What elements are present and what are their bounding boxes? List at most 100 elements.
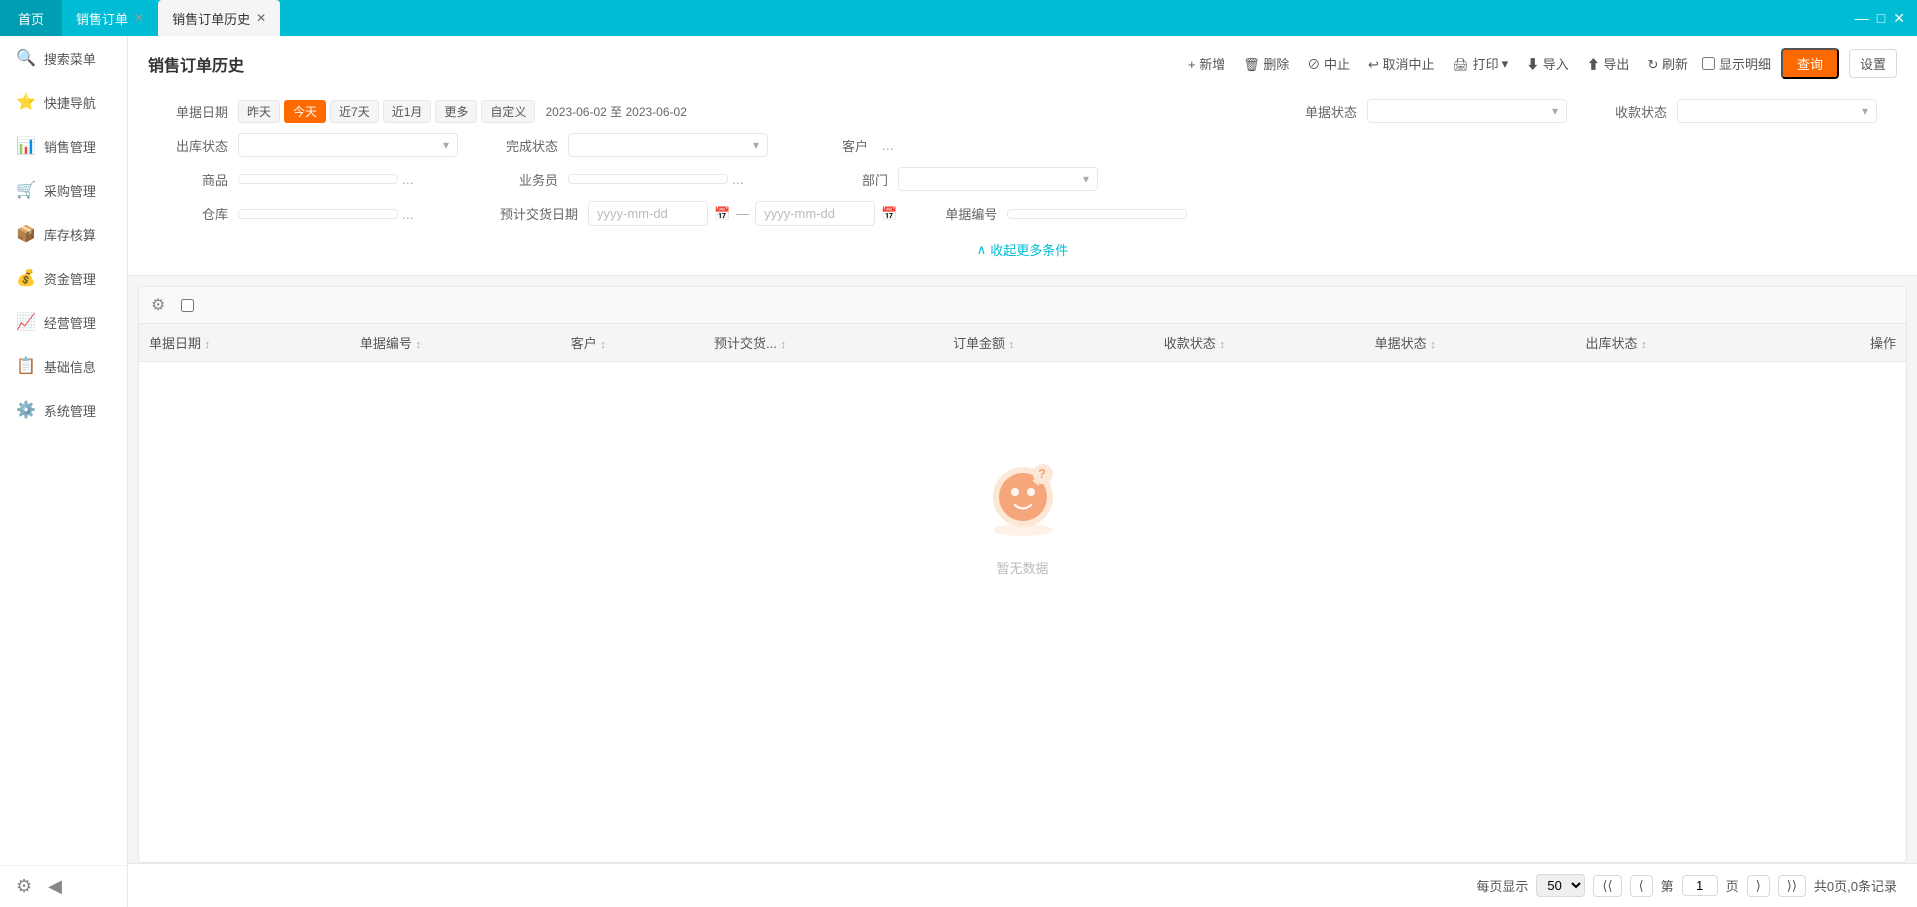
page-header: 销售订单历史 + 新增 🗑 删除 ⊘ 中止 ↩ 取消中止 🖨 打印 ▾ ⬇ 导入… <box>128 36 1917 276</box>
col-doc-status[interactable]: 单据状态 ↕ <box>1365 324 1576 362</box>
tab-sales-order-history[interactable]: 销售订单历史 ✕ <box>158 0 280 36</box>
col-delivery-date[interactable]: 预计交货... ↕ <box>704 324 943 362</box>
col-no[interactable]: 单据编号 ↕ <box>350 324 561 362</box>
table-settings-icon[interactable]: ⚙ <box>151 295 165 315</box>
finance-icon: 💰 <box>16 268 36 288</box>
sidebar-item-finance[interactable]: 💰 资金管理 <box>0 256 127 300</box>
sidebar-item-search-menu[interactable]: 🔍 搜索菜单 <box>0 36 127 80</box>
data-table: 单据日期 ↕ 单据编号 ↕ 客户 ↕ 预计交货... <box>139 324 1906 637</box>
product-dots[interactable]: ... <box>402 171 414 187</box>
per-page-select[interactable]: 50 <box>1536 874 1585 897</box>
settings-bottom-icon[interactable]: ⚙ <box>16 876 32 897</box>
complete-status-select[interactable]: ▾ <box>568 133 768 157</box>
col-delivery-status[interactable]: 出库状态 ↕ <box>1575 324 1786 362</box>
sort-receipt-icon: ↕ <box>1219 339 1225 351</box>
total-label: 共0页,0条记录 <box>1814 876 1897 895</box>
per-page-label: 每页显示 <box>1476 876 1528 895</box>
sidebar-bottom: ⚙ ◀ <box>0 865 127 907</box>
filter-area: 单据日期 昨天 今天 近7天 近1月 更多 自定义 2023-06-02 至 2… <box>148 89 1897 275</box>
settings-button[interactable]: 设置 <box>1849 49 1897 78</box>
date-btn-1month[interactable]: 近1月 <box>383 100 432 123</box>
basic-info-icon: 📋 <box>16 356 36 376</box>
receipt-status-label: 收款状态 <box>1607 102 1677 121</box>
select-all-checkbox[interactable] <box>181 299 194 312</box>
new-button[interactable]: + 新增 <box>1184 52 1229 75</box>
complete-chevron-icon: ▾ <box>753 138 759 152</box>
col-customer[interactable]: 客户 ↕ <box>561 324 704 362</box>
purchase-icon: 🛒 <box>16 180 36 200</box>
system-icon: ⚙️ <box>16 400 36 420</box>
status-select[interactable]: ▾ <box>1367 99 1567 123</box>
warehouse-dots[interactable]: ... <box>402 206 414 222</box>
stop-button[interactable]: ⊘ 中止 <box>1303 52 1354 75</box>
sort-delivery-icon: ↕ <box>780 339 786 351</box>
first-page-button[interactable]: ⟨⟨ <box>1593 875 1621 897</box>
receipt-status-select[interactable]: ▾ <box>1677 99 1877 123</box>
toolbar: + 新增 🗑 删除 ⊘ 中止 ↩ 取消中止 🖨 打印 ▾ ⬇ 导入 ⬆ 导出 ↻… <box>1184 48 1897 79</box>
export-button[interactable]: ⬆ 导出 <box>1583 52 1634 75</box>
date-btn-7days[interactable]: 近7天 <box>330 100 379 123</box>
sidebar-item-quick-nav[interactable]: ⭐ 快捷导航 <box>0 80 127 124</box>
receipt-status-chevron-icon: ▾ <box>1862 104 1868 118</box>
sort-no-icon: ↕ <box>415 339 421 351</box>
search-menu-icon: 🔍 <box>16 48 36 68</box>
collapse-row[interactable]: ∧ 收起更多条件 <box>168 236 1877 267</box>
filter-row-4: 仓库 ... 预计交货日期 yyyy-mm-dd 📅 — yyyy-mm-dd <box>168 201 1877 226</box>
refresh-button[interactable]: ↻ 刷新 <box>1643 52 1692 75</box>
import-button[interactable]: ⬇ 导入 <box>1522 52 1573 75</box>
maximize-icon[interactable]: □ <box>1877 10 1885 26</box>
salesperson-dots[interactable]: ... <box>732 171 744 187</box>
customer-dots[interactable]: ... <box>882 137 894 153</box>
sidebar-item-purchase-mgmt[interactable]: 🛒 采购管理 <box>0 168 127 212</box>
empty-illustration: ? <box>973 442 1073 542</box>
salesperson-input[interactable] <box>568 174 728 184</box>
prev-page-button[interactable]: ⟨ <box>1630 875 1653 897</box>
delivery-date-from[interactable]: yyyy-mm-dd <box>588 201 708 226</box>
close-icon[interactable]: ✕ <box>1893 10 1905 27</box>
last-page-button[interactable]: ⟩⟩ <box>1778 875 1806 897</box>
sidebar-item-inventory[interactable]: 📦 库存核算 <box>0 212 127 256</box>
tab-home[interactable]: 首页 <box>0 0 62 36</box>
print-button[interactable]: 🖨 打印 ▾ <box>1449 52 1513 75</box>
main-layout: 🔍 搜索菜单 ⭐ 快捷导航 📊 销售管理 🛒 采购管理 📦 库存核算 💰 资金管… <box>0 36 1917 907</box>
date-buttons: 昨天 今天 近7天 近1月 更多 自定义 <box>238 100 535 123</box>
close-history-tab[interactable]: ✕ <box>256 11 266 25</box>
tab-sales-order[interactable]: 销售订单 ✕ <box>62 0 158 36</box>
sort-doc-icon: ↕ <box>1430 339 1436 351</box>
page-title: 销售订单历史 <box>148 52 244 76</box>
display-detail-checkbox[interactable]: 显示明细 <box>1702 54 1771 73</box>
page-number-input[interactable] <box>1682 875 1718 896</box>
sidebar-item-system-mgmt[interactable]: ⚙️ 系统管理 <box>0 388 127 432</box>
product-input[interactable] <box>238 174 398 184</box>
close-sales-order-tab[interactable]: ✕ <box>134 11 144 25</box>
doc-no-input[interactable] <box>1007 209 1187 219</box>
calendar-from-icon[interactable]: 📅 <box>714 206 730 222</box>
window-controls: — □ ✕ <box>1855 10 1917 27</box>
date-btn-yesterday[interactable]: 昨天 <box>238 100 280 123</box>
date-btn-today[interactable]: 今天 <box>284 100 326 123</box>
delivery-date-to[interactable]: yyyy-mm-dd <box>755 201 875 226</box>
delete-button[interactable]: 🗑 删除 <box>1239 52 1293 75</box>
col-receipt-status[interactable]: 收款状态 ↕ <box>1154 324 1365 362</box>
col-amount[interactable]: 订单金额 ↕ <box>943 324 1154 362</box>
page-label: 页 <box>1726 876 1739 895</box>
date-btn-custom[interactable]: 自定义 <box>481 100 535 123</box>
calendar-to-icon[interactable]: 📅 <box>881 206 897 222</box>
query-button[interactable]: 查询 <box>1781 48 1839 79</box>
minimize-icon[interactable]: — <box>1855 10 1869 26</box>
warehouse-input[interactable] <box>238 209 398 219</box>
cancel-stop-button[interactable]: ↩ 取消中止 <box>1364 52 1439 75</box>
filter-row-3: 商品 ... 业务员 ... 部门 ▾ <box>168 167 1877 191</box>
display-detail-input[interactable] <box>1702 57 1715 70</box>
sidebar-item-sales-mgmt[interactable]: 📊 销售管理 <box>0 124 127 168</box>
col-date[interactable]: 单据日期 ↕ <box>139 324 350 362</box>
date-btn-more[interactable]: 更多 <box>435 100 477 123</box>
delivery-status-select[interactable]: ▾ <box>238 133 458 157</box>
table-toolbar: ⚙ <box>139 287 1906 324</box>
department-label: 部门 <box>828 170 898 189</box>
sidebar-item-basic-info[interactable]: 📋 基础信息 <box>0 344 127 388</box>
next-page-button[interactable]: ⟩ <box>1747 875 1770 897</box>
collapse-icon[interactable]: ◀ <box>48 876 62 897</box>
sidebar-item-operation[interactable]: 📈 经营管理 <box>0 300 127 344</box>
department-select[interactable]: ▾ <box>898 167 1098 191</box>
